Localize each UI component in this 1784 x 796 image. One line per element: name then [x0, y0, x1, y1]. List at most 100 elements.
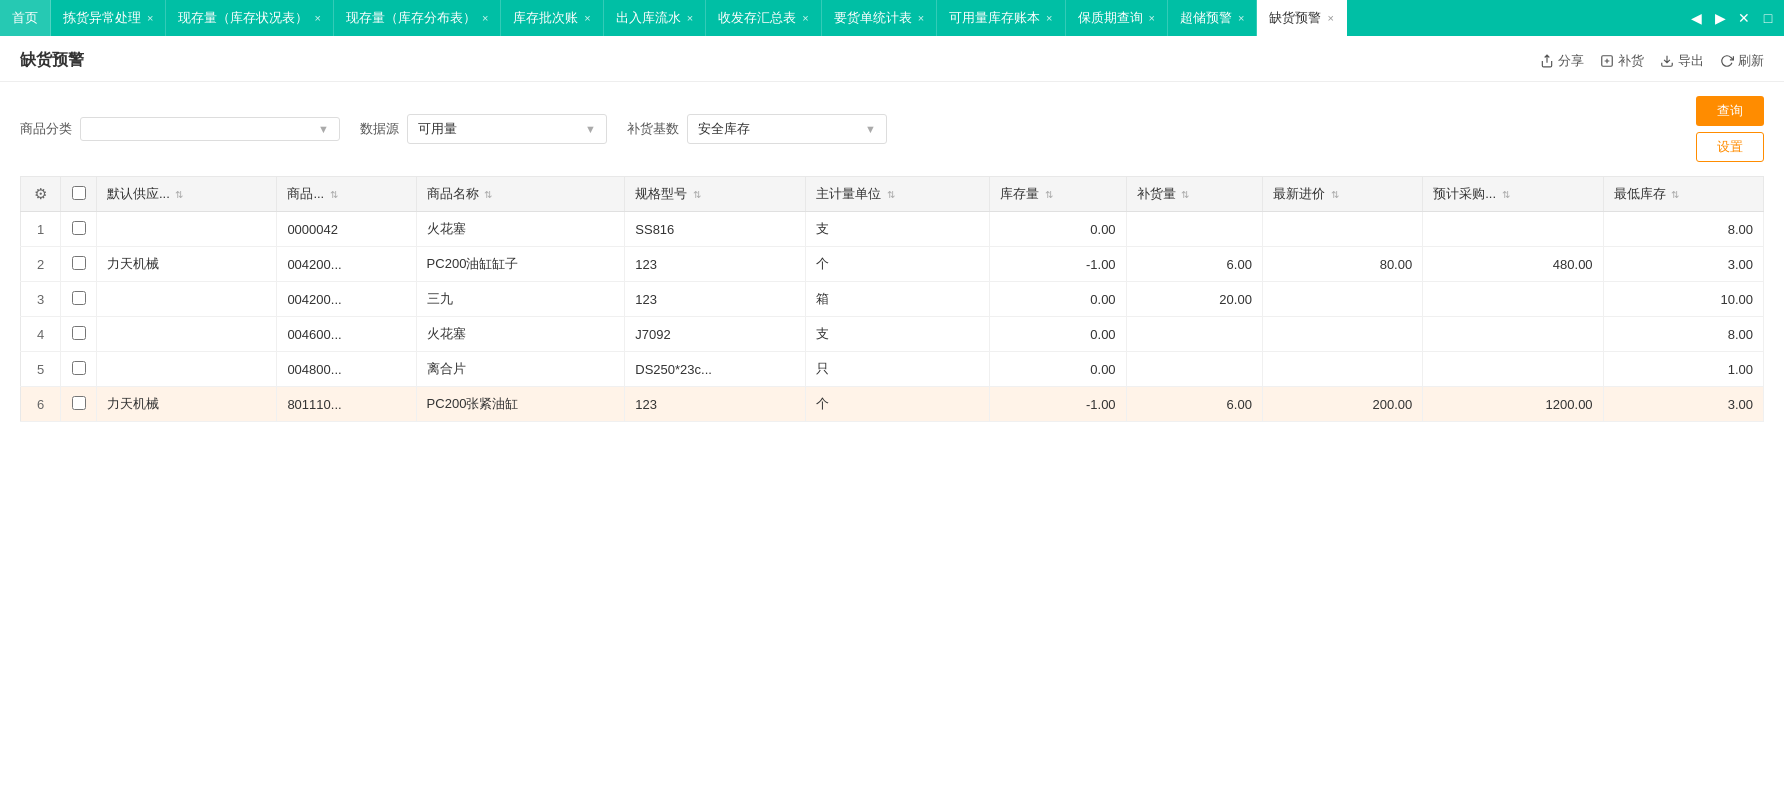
nav-tab-6-close[interactable]: × [802, 12, 808, 24]
nav-tab-1-close[interactable]: × [147, 12, 153, 24]
nav-tab-10[interactable]: 超储预警 × [1168, 0, 1257, 36]
base-select[interactable]: 安全库存 ▼ [687, 114, 887, 144]
query-button[interactable]: 查询 [1696, 96, 1764, 126]
nav-tab-9-close[interactable]: × [1149, 12, 1155, 24]
table-row: 4 004600... 火花塞 J7092 支 0.00 8.00 [21, 317, 1764, 352]
nav-tab-7-close[interactable]: × [918, 12, 924, 24]
nav-tab-4-close[interactable]: × [584, 12, 590, 24]
refresh-button[interactable]: 刷新 [1720, 52, 1764, 70]
nav-tab-3-label: 现存量（库存分布表） [346, 9, 476, 27]
nav-tab-5-close[interactable]: × [687, 12, 693, 24]
row-checkbox-6[interactable] [61, 387, 97, 422]
row-latest-price-6: 200.00 [1262, 387, 1422, 422]
nav-tab-3-close[interactable]: × [482, 12, 488, 24]
row-name-3: 三九 [416, 282, 625, 317]
nav-tab-2[interactable]: 现存量（库存状况表） × [166, 0, 333, 36]
nav-close-button[interactable]: ✕ [1732, 6, 1756, 30]
nav-tab-6[interactable]: 收发存汇总表 × [706, 0, 821, 36]
nav-tab-home-label: 首页 [12, 9, 38, 27]
spec-sort-icon[interactable]: ⇅ [693, 189, 701, 200]
code-sort-icon[interactable]: ⇅ [330, 189, 338, 200]
th-checkbox [61, 177, 97, 212]
row-spec-3: 123 [625, 282, 806, 317]
top-nav: 首页 拣货异常处理 × 现存量（库存状况表） × 现存量（库存分布表） × 库存… [0, 0, 1784, 36]
supplier-sort-icon[interactable]: ⇅ [175, 189, 183, 200]
unit-sort-icon[interactable]: ⇅ [887, 189, 895, 200]
select-all-checkbox[interactable] [72, 186, 86, 200]
row-checkbox-4[interactable] [61, 317, 97, 352]
row-select-4[interactable] [72, 326, 86, 340]
th-spec: 规格型号 ⇅ [625, 177, 806, 212]
row-code-2: 004200... [277, 247, 416, 282]
row-select-2[interactable] [72, 256, 86, 270]
name-sort-icon[interactable]: ⇅ [484, 189, 492, 200]
stock-sort-icon[interactable]: ⇅ [1045, 189, 1053, 200]
row-checkbox-3[interactable] [61, 282, 97, 317]
row-checkbox-2[interactable] [61, 247, 97, 282]
category-select[interactable]: ▼ [80, 117, 340, 141]
replenish-button[interactable]: 补货 [1600, 52, 1644, 70]
nav-tab-11[interactable]: 缺货预警 × [1257, 0, 1346, 36]
nav-tab-8-close[interactable]: × [1046, 12, 1052, 24]
nav-prev-button[interactable]: ◀ [1684, 6, 1708, 30]
row-select-3[interactable] [72, 291, 86, 305]
gear-icon[interactable]: ⚙ [34, 185, 47, 202]
nav-tab-8[interactable]: 可用量库存账本 × [937, 0, 1065, 36]
row-stock-1: 0.00 [990, 212, 1126, 247]
export-button[interactable]: 导出 [1660, 52, 1704, 70]
th-supplier-label: 默认供应... [107, 186, 170, 201]
row-stock-6: -1.00 [990, 387, 1126, 422]
row-replenish-1 [1126, 212, 1262, 247]
th-unit: 主计量单位 ⇅ [805, 177, 989, 212]
row-select-6[interactable] [72, 396, 86, 410]
row-checkbox-5[interactable] [61, 352, 97, 387]
row-latest-price-1 [1262, 212, 1422, 247]
nav-tab-7[interactable]: 要货单统计表 × [822, 0, 937, 36]
setting-button[interactable]: 设置 [1696, 132, 1764, 162]
th-min-stock: 最低库存 ⇅ [1603, 177, 1763, 212]
row-name-1: 火花塞 [416, 212, 625, 247]
nav-tab-1[interactable]: 拣货异常处理 × [51, 0, 166, 36]
nav-tab-5[interactable]: 出入库流水 × [604, 0, 706, 36]
datasource-select[interactable]: 可用量 ▼ [407, 114, 607, 144]
export-label: 导出 [1678, 52, 1704, 70]
row-checkbox-1[interactable] [61, 212, 97, 247]
nav-tab-3[interactable]: 现存量（库存分布表） × [334, 0, 501, 36]
share-button[interactable]: 分享 [1540, 52, 1584, 70]
nav-tab-2-close[interactable]: × [314, 12, 320, 24]
row-select-5[interactable] [72, 361, 86, 375]
replenish-sort-icon[interactable]: ⇅ [1181, 189, 1189, 200]
row-num-1: 1 [21, 212, 61, 247]
row-spec-2: 123 [625, 247, 806, 282]
table-row: 2 力天机械 004200... PC200油缸缸子 123 个 -1.00 6… [21, 247, 1764, 282]
row-spec-4: J7092 [625, 317, 806, 352]
row-min-stock-2: 3.00 [1603, 247, 1763, 282]
export-icon [1660, 54, 1674, 68]
nav-maximize-button[interactable]: □ [1756, 6, 1780, 30]
row-est-purchase-2: 480.00 [1423, 247, 1603, 282]
row-latest-price-2: 80.00 [1262, 247, 1422, 282]
row-min-stock-5: 1.00 [1603, 352, 1763, 387]
row-select-1[interactable] [72, 221, 86, 235]
th-latest-price-label: 最新进价 [1273, 186, 1325, 201]
nav-next-button[interactable]: ▶ [1708, 6, 1732, 30]
nav-tab-home[interactable]: 首页 [0, 0, 51, 36]
base-label: 补货基数 [627, 120, 679, 138]
page-container: 缺货预警 分享 补货 导出 刷新 商品分类 [0, 36, 1784, 796]
row-stock-4: 0.00 [990, 317, 1126, 352]
nav-tab-10-close[interactable]: × [1238, 12, 1244, 24]
row-code-4: 004600... [277, 317, 416, 352]
latest-price-sort-icon[interactable]: ⇅ [1331, 189, 1339, 200]
min-stock-sort-icon[interactable]: ⇅ [1671, 189, 1679, 200]
nav-tab-9[interactable]: 保质期查询 × [1066, 0, 1168, 36]
th-name-label: 商品名称 [427, 186, 479, 201]
row-code-1: 0000042 [277, 212, 416, 247]
row-min-stock-6: 3.00 [1603, 387, 1763, 422]
nav-tab-11-close[interactable]: × [1327, 12, 1333, 24]
row-min-stock-1: 8.00 [1603, 212, 1763, 247]
nav-tab-4[interactable]: 库存批次账 × [501, 0, 603, 36]
row-name-4: 火花塞 [416, 317, 625, 352]
est-purchase-sort-icon[interactable]: ⇅ [1502, 189, 1510, 200]
nav-tab-10-label: 超储预警 [1180, 9, 1232, 27]
share-label: 分享 [1558, 52, 1584, 70]
